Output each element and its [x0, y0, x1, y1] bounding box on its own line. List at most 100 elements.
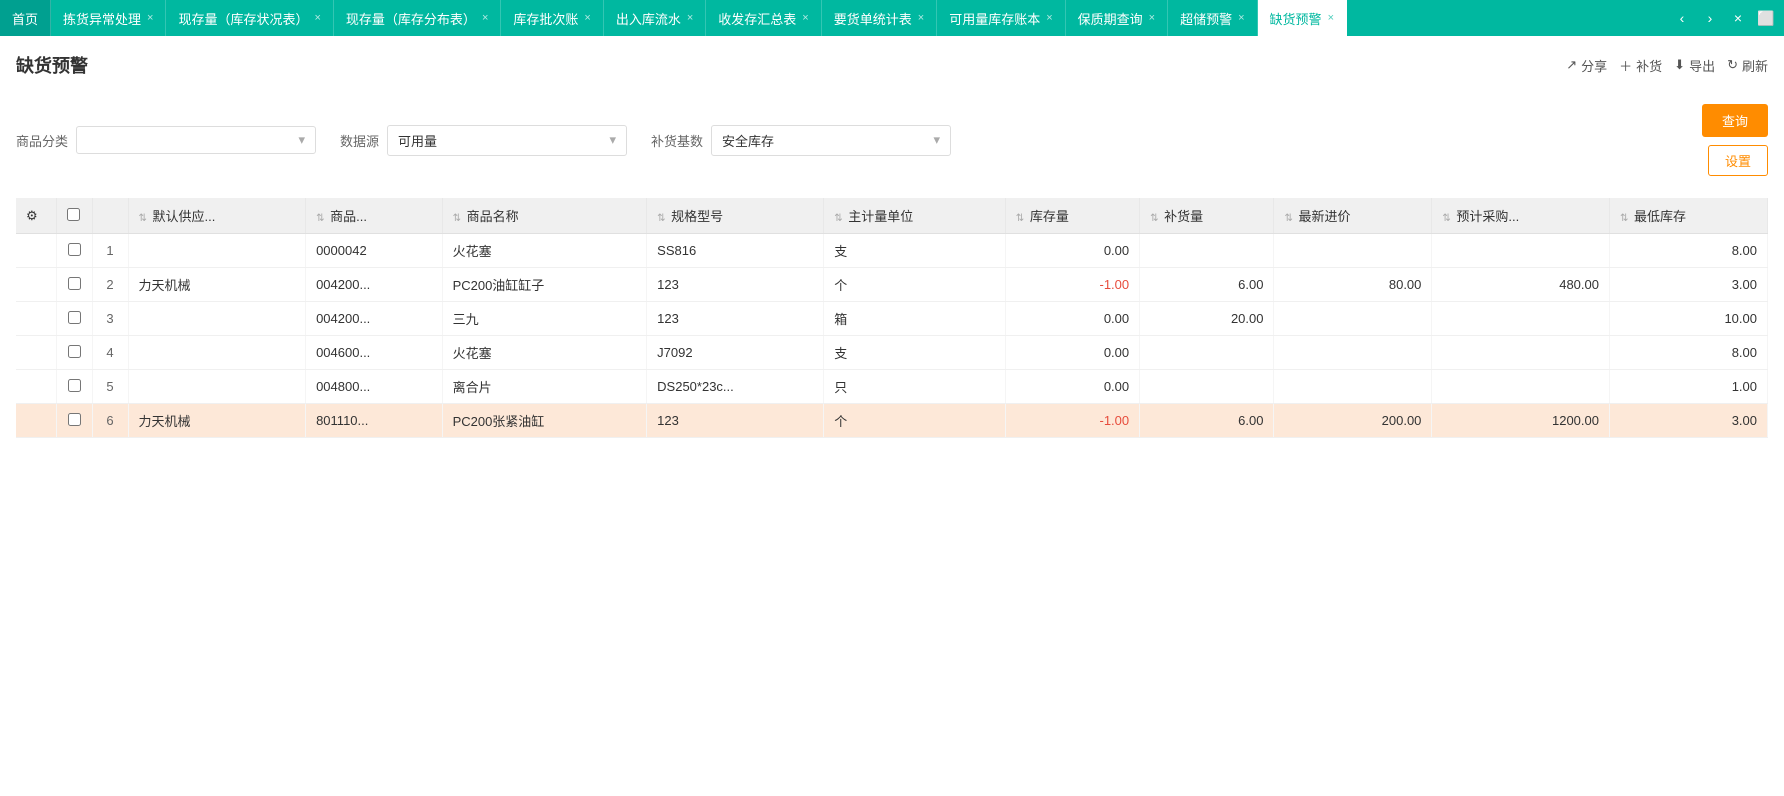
row-stock: 0.00: [1005, 302, 1139, 336]
close-icon[interactable]: ×: [584, 12, 590, 24]
sort-icon: ⇅: [1150, 213, 1158, 224]
close-icon[interactable]: ×: [1149, 12, 1155, 24]
row-checkbox-cell[interactable]: [56, 370, 92, 404]
nav-tab-shortage[interactable]: 缺货预警 ×: [1258, 0, 1347, 36]
nav-tab-expiry[interactable]: 保质期查询 ×: [1066, 0, 1168, 36]
page-container: 缺货预警 ↗ 分享 ＋ 补货 ⬇ 导出 ↻ 刷新 商品分类: [0, 36, 1784, 796]
row-checkbox-cell[interactable]: [56, 336, 92, 370]
row-checkbox-cell[interactable]: [56, 268, 92, 302]
table-row: 2 力天机械 004200... PC200油缸缸子 123 个 -1.00 6…: [16, 268, 1768, 302]
row-spec: 123: [647, 302, 824, 336]
nav-tab-home[interactable]: 首页: [0, 0, 51, 36]
sort-icon: ⇅: [1284, 213, 1292, 224]
nav-tab-stock-status[interactable]: 现存量（库存状况表） ×: [166, 0, 333, 36]
sort-icon: ⇅: [139, 213, 147, 224]
row-gear-cell: [16, 302, 56, 336]
row-checkbox[interactable]: [68, 413, 81, 426]
nav-prev-button[interactable]: ‹: [1668, 4, 1696, 32]
row-est-purchase: 1200.00: [1432, 404, 1610, 438]
settings-button[interactable]: 设置: [1708, 145, 1768, 176]
chevron-down-icon: ▾: [934, 132, 941, 148]
th-checkbox[interactable]: [56, 198, 92, 234]
nav-tab-flow[interactable]: 出入库流水 ×: [604, 0, 706, 36]
nav-tab-recv[interactable]: 收发存汇总表 ×: [706, 0, 821, 36]
row-checkbox[interactable]: [68, 345, 81, 358]
row-unit: 个: [824, 268, 1006, 302]
row-unit: 箱: [824, 302, 1006, 336]
row-supplier: [128, 302, 306, 336]
row-checkbox[interactable]: [68, 311, 81, 324]
nav-tab-order-stat[interactable]: 要货单统计表 ×: [822, 0, 937, 36]
th-unit[interactable]: ⇅ 主计量单位: [824, 198, 1006, 234]
row-min-stock: 1.00: [1609, 370, 1767, 404]
close-icon[interactable]: ×: [802, 12, 808, 24]
row-latest-price: [1274, 234, 1432, 268]
nav-next-button[interactable]: ›: [1696, 4, 1724, 32]
category-select[interactable]: ▾: [76, 126, 316, 154]
row-latest-price: [1274, 302, 1432, 336]
data-table: ⚙ ⇅ 默认供应... ⇅ 商品... ⇅ 商品名称: [16, 198, 1768, 438]
th-row-num: [92, 198, 128, 234]
row-supplier: [128, 336, 306, 370]
row-checkbox-cell[interactable]: [56, 302, 92, 336]
th-product-name[interactable]: ⇅ 商品名称: [442, 198, 647, 234]
replenish-button[interactable]: ＋ 补货: [1619, 56, 1662, 75]
th-min-stock[interactable]: ⇅ 最低库存: [1609, 198, 1767, 234]
row-product-name: 三九: [442, 302, 647, 336]
th-est-purchase[interactable]: ⇅ 预计采购...: [1432, 198, 1610, 234]
datasource-filter: 数据源 可用量 ▾: [340, 125, 627, 156]
row-spec: 123: [647, 404, 824, 438]
th-latest-price[interactable]: ⇅ 最新进价: [1274, 198, 1432, 234]
close-icon[interactable]: ×: [482, 12, 488, 24]
nav-maximize-button[interactable]: ⬜: [1752, 4, 1780, 32]
share-icon: ↗: [1566, 57, 1577, 73]
nav-controls: ‹ › × ⬜: [1668, 4, 1784, 32]
th-product-code[interactable]: ⇅ 商品...: [306, 198, 442, 234]
sort-icon: ⇅: [1442, 213, 1450, 224]
th-stock[interactable]: ⇅ 库存量: [1005, 198, 1139, 234]
datasource-select[interactable]: 可用量 ▾: [387, 125, 627, 156]
share-button[interactable]: ↗ 分享: [1566, 56, 1607, 75]
nav-tab-pick[interactable]: 拣货异常处理 ×: [51, 0, 166, 36]
row-checkbox-cell[interactable]: [56, 234, 92, 268]
export-button[interactable]: ⬇ 导出: [1674, 56, 1715, 75]
close-icon[interactable]: ×: [1238, 12, 1244, 24]
row-gear-cell: [16, 404, 56, 438]
sort-icon: ⇅: [453, 213, 461, 224]
select-all-checkbox[interactable]: [67, 208, 80, 221]
refresh-button[interactable]: ↻ 刷新: [1727, 56, 1768, 75]
table-header-row: ⚙ ⇅ 默认供应... ⇅ 商品... ⇅ 商品名称: [16, 198, 1768, 234]
row-est-purchase: [1432, 302, 1610, 336]
close-icon[interactable]: ×: [1046, 12, 1052, 24]
close-icon[interactable]: ×: [687, 12, 693, 24]
th-spec[interactable]: ⇅ 规格型号: [647, 198, 824, 234]
nav-tab-batch[interactable]: 库存批次账 ×: [501, 0, 603, 36]
row-stock: -1.00: [1005, 268, 1139, 302]
chevron-down-icon: ▾: [610, 132, 617, 148]
row-checkbox[interactable]: [68, 379, 81, 392]
nav-tab-overstock[interactable]: 超储预警 ×: [1168, 0, 1257, 36]
nav-tab-avail-ledger[interactable]: 可用量库存账本 ×: [937, 0, 1065, 36]
th-gear[interactable]: ⚙: [16, 198, 56, 234]
close-icon[interactable]: ×: [147, 12, 153, 24]
nav-tab-stock-dist[interactable]: 现存量（库存分布表） ×: [334, 0, 501, 36]
header-actions: ↗ 分享 ＋ 补货 ⬇ 导出 ↻ 刷新: [1566, 56, 1768, 75]
row-unit: 个: [824, 404, 1006, 438]
close-icon[interactable]: ×: [1328, 12, 1334, 24]
row-replenish-qty: [1140, 370, 1274, 404]
row-est-purchase: [1432, 336, 1610, 370]
th-default-supplier[interactable]: ⇅ 默认供应...: [128, 198, 306, 234]
close-icon[interactable]: ×: [918, 12, 924, 24]
row-supplier: [128, 234, 306, 268]
th-replenish-qty[interactable]: ⇅ 补货量: [1140, 198, 1274, 234]
replenish-icon: ＋: [1619, 56, 1632, 75]
query-button[interactable]: 查询: [1702, 104, 1768, 137]
table-row: 6 力天机械 801110... PC200张紧油缸 123 个 -1.00 6…: [16, 404, 1768, 438]
row-checkbox[interactable]: [68, 243, 81, 256]
row-checkbox[interactable]: [68, 277, 81, 290]
row-checkbox-cell[interactable]: [56, 404, 92, 438]
nav-close-button[interactable]: ×: [1724, 4, 1752, 32]
replenish-base-select[interactable]: 安全库存 ▾: [711, 125, 951, 156]
close-icon[interactable]: ×: [314, 12, 320, 24]
replenish-base-value: 安全库存: [722, 131, 774, 150]
